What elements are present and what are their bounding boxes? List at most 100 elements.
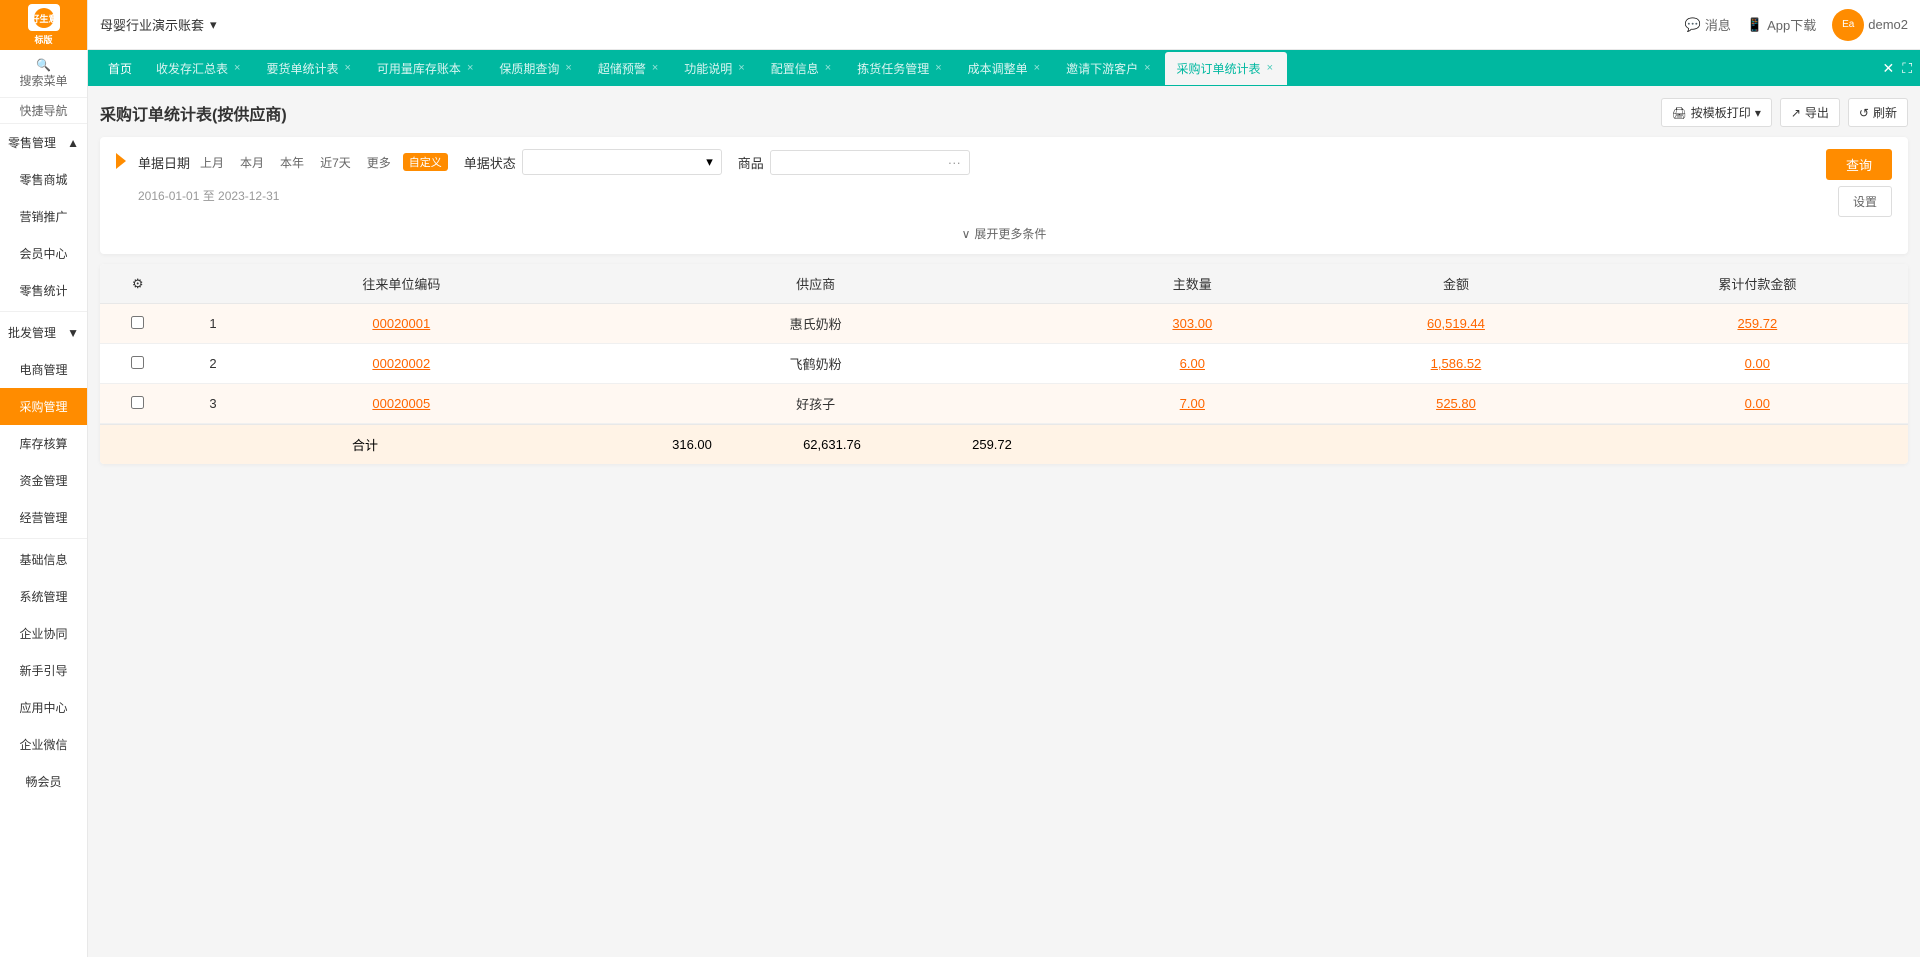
sidebar-item-retail[interactable]: 零售管理 ▲ (0, 124, 87, 161)
sidebar-item-operations[interactable]: 经营管理 (0, 499, 87, 536)
status-select[interactable]: ▾ (522, 149, 722, 175)
tab-close-pick-task[interactable]: × (933, 62, 943, 74)
tab-close-func-desc[interactable]: × (736, 62, 746, 74)
sidebar-item-vip[interactable]: 畅会员 (0, 763, 87, 800)
tab-close-order-stat[interactable]: × (342, 62, 352, 74)
qty-link[interactable]: 303.00 (1172, 316, 1212, 331)
message-button[interactable]: 💬 消息 (1685, 15, 1731, 34)
tab-cost-adjust[interactable]: 成本调整单 × (956, 52, 1054, 85)
cell-amount: 525.80 (1305, 384, 1606, 424)
data-table: ⚙ 往来单位编码 供应商 主数量 金额 累计付款金额 100020001惠氏奶粉… (100, 264, 1908, 424)
tab-maximize[interactable]: ⛶ (1902, 60, 1912, 77)
tab-close-invite-customer[interactable]: × (1142, 62, 1152, 74)
tab-stock-ledger[interactable]: 可用量库存账本 × (365, 52, 487, 85)
tab-func-desc[interactable]: 功能说明 × (672, 52, 758, 85)
table-row[interactable]: 100020001惠氏奶粉303.0060,519.44259.72 (100, 304, 1908, 344)
shortcut-more[interactable]: 更多 (363, 152, 395, 173)
tab-close-shelf-life[interactable]: × (563, 62, 573, 74)
sidebar-item-purchase[interactable]: 采购管理 (0, 388, 87, 425)
sidebar-item-ecommerce[interactable]: 电商管理 (0, 351, 87, 388)
col-header-checkbox[interactable]: ⚙ (100, 264, 175, 304)
amount-link[interactable]: 60,519.44 (1427, 316, 1485, 331)
tab-close-all[interactable]: ✕ (1882, 60, 1894, 77)
sidebar-item-search[interactable]: 🔍 搜索菜单 (0, 50, 87, 98)
tab-config-info[interactable]: 配置信息 × (759, 52, 845, 85)
code-link[interactable]: 00020002 (372, 356, 430, 371)
col-header-code: 往来单位编码 (251, 264, 552, 304)
tab-bar-end: ✕ ⛶ (1882, 60, 1912, 77)
shortcut-this-year[interactable]: 本年 (276, 152, 308, 173)
template-print-button[interactable]: 🖨 按模板打印 ▾ (1661, 98, 1772, 127)
refresh-button[interactable]: ↺ 刷新 (1848, 98, 1908, 127)
app-logo: 好生意 标版 (0, 0, 87, 50)
tab-close-collect-pay[interactable]: × (232, 62, 242, 74)
sidebar-item-quick-nav[interactable]: 快捷导航 (0, 98, 87, 124)
cell-amount: 1,586.52 (1305, 344, 1606, 384)
filter-main-row: 单据日期 上月 本月 本年 近7天 更多 自定义 (116, 149, 1892, 217)
tab-invite-customer[interactable]: 邀请下游客户 × (1054, 52, 1164, 85)
tab-close-purchase-stat[interactable]: × (1265, 62, 1275, 74)
row-checkbox[interactable] (131, 356, 144, 369)
paid-link[interactable]: 259.72 (1737, 316, 1777, 331)
code-link[interactable]: 00020005 (372, 396, 430, 411)
sidebar-item-new-guide[interactable]: 新手引导 (0, 652, 87, 689)
paid-link[interactable]: 0.00 (1745, 396, 1770, 411)
tab-order-stat[interactable]: 要货单统计表 × (254, 52, 364, 85)
filter-fields: 单据日期 上月 本月 本年 近7天 更多 自定义 (138, 149, 1814, 204)
sidebar-item-enterprise-wx[interactable]: 企业微信 (0, 726, 87, 763)
sidebar-item-enterprise[interactable]: 企业协同 (0, 615, 87, 652)
custom-badge[interactable]: 自定义 (403, 153, 448, 171)
tab-close-overstock[interactable]: × (650, 62, 660, 74)
tab-pick-task[interactable]: 拣货任务管理 × (845, 52, 955, 85)
tab-overstock[interactable]: 超储预警 × (586, 52, 672, 85)
goods-input[interactable]: ··· (770, 150, 970, 175)
code-link[interactable]: 00020001 (372, 316, 430, 331)
col-header-supplier: 供应商 (552, 264, 1079, 304)
qty-link[interactable]: 6.00 (1180, 356, 1205, 371)
shortcut-7days[interactable]: 近7天 (316, 152, 355, 173)
dropdown-icon[interactable]: ▾ (210, 17, 217, 33)
chevron-down-icon: ▾ (706, 154, 713, 170)
app-download-button[interactable]: 📱 App下载 (1747, 15, 1816, 34)
sidebar-item-app-center[interactable]: 应用中心 (0, 689, 87, 726)
sidebar-item-marketing[interactable]: 营销推广 (0, 198, 87, 235)
sidebar-item-basic-info[interactable]: 基础信息 (0, 541, 87, 578)
paid-link[interactable]: 0.00 (1745, 356, 1770, 371)
sidebar-item-inventory[interactable]: 库存核算 (0, 425, 87, 462)
settings-button[interactable]: 设置 (1838, 186, 1892, 217)
row-checkbox[interactable] (131, 396, 144, 409)
tab-close-stock-ledger[interactable]: × (465, 62, 475, 74)
tab-shelf-life[interactable]: 保质期查询 × (487, 52, 585, 85)
cell-paid: 0.00 (1607, 344, 1908, 384)
shortcut-this-month[interactable]: 本月 (236, 152, 268, 173)
shortcut-last-month[interactable]: 上月 (196, 152, 228, 173)
expand-more[interactable]: ∨ 展开更多条件 (116, 225, 1892, 242)
tab-close-cost-adjust[interactable]: × (1032, 62, 1042, 74)
ellipsis-icon: ··· (948, 155, 961, 170)
sidebar-item-retail-stat[interactable]: 零售统计 (0, 272, 87, 309)
filter-collapse-toggle[interactable] (116, 153, 126, 169)
filter-panel: 单据日期 上月 本月 本年 近7天 更多 自定义 (100, 137, 1908, 254)
amount-link[interactable]: 1,586.52 (1431, 356, 1482, 371)
user-profile[interactable]: Ea demo2 (1832, 9, 1908, 41)
logo-icon: 好生意 (28, 4, 60, 31)
footer-qty: 316.00 (632, 437, 752, 452)
cell-qty: 303.00 (1079, 304, 1305, 344)
footer-label: 合计 (352, 435, 632, 454)
export-button[interactable]: ↗ 导出 (1780, 98, 1840, 127)
tab-close-config-info[interactable]: × (823, 62, 833, 74)
amount-link[interactable]: 525.80 (1436, 396, 1476, 411)
table-row[interactable]: 200020002飞鹤奶粉6.001,586.520.00 (100, 344, 1908, 384)
sidebar-item-wholesale[interactable]: 批发管理 ▼ (0, 314, 87, 351)
sidebar-item-retail-shop[interactable]: 零售商城 (0, 161, 87, 198)
row-checkbox[interactable] (131, 316, 144, 329)
sidebar-item-finance[interactable]: 资金管理 (0, 462, 87, 499)
tab-collect-pay[interactable]: 收发存汇总表 × (144, 52, 254, 85)
qty-link[interactable]: 7.00 (1180, 396, 1205, 411)
tab-purchase-stat[interactable]: 采购订单统计表 × (1165, 52, 1287, 85)
query-button[interactable]: 查询 (1826, 149, 1892, 180)
tab-home[interactable]: 首页 (96, 52, 144, 85)
table-row[interactable]: 300020005好孩子7.00525.800.00 (100, 384, 1908, 424)
sidebar-item-system[interactable]: 系统管理 (0, 578, 87, 615)
sidebar-item-members[interactable]: 会员中心 (0, 235, 87, 272)
